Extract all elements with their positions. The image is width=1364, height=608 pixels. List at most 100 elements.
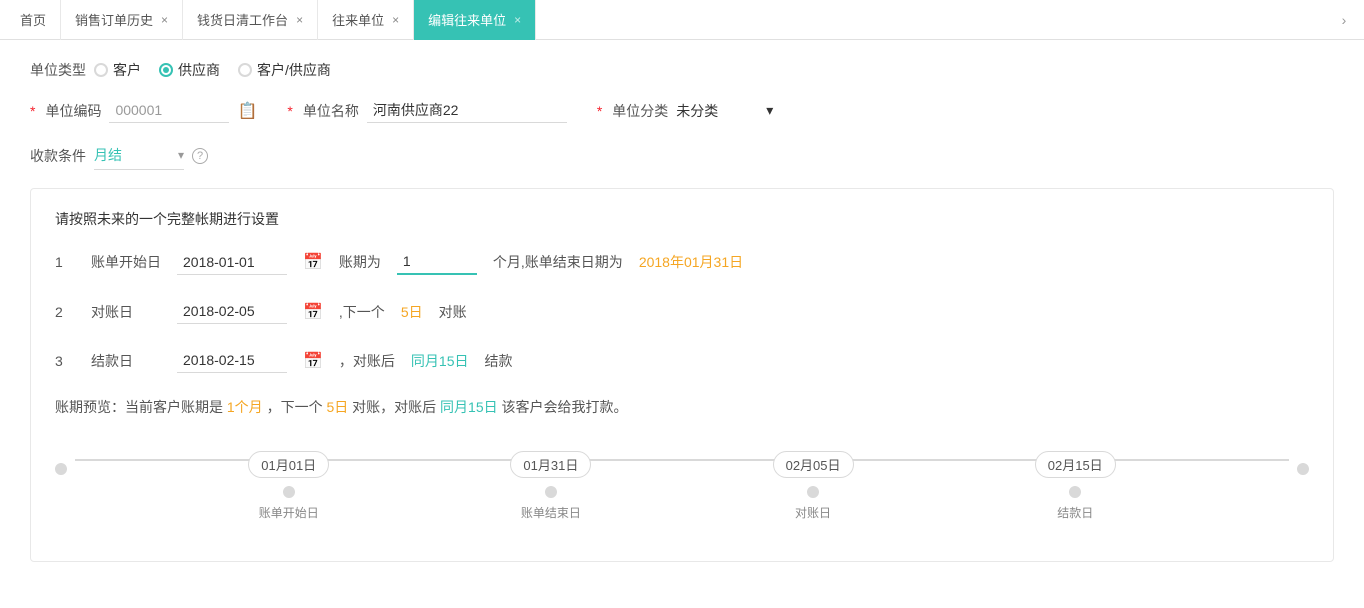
row-2-calendar[interactable]: 📅 [303,302,323,322]
row-2-highlight: 5日 [401,302,423,322]
unit-category-arrow[interactable]: ▾ [766,102,773,119]
payment-value: 月结 [94,145,174,165]
timeline-end-dot-container [1297,463,1309,475]
unit-category-label: 单位分类 [612,101,668,121]
row-1-period-input[interactable] [397,249,477,275]
radio-supplier[interactable]: 供应商 [159,60,220,80]
unit-name-star: * [287,103,292,119]
node-4-label: 结款日 [1057,504,1093,521]
unit-name-input[interactable] [367,98,567,123]
node-1-label: 账单开始日 [259,504,319,521]
row-2-prefix: ,下一个 [339,302,385,322]
radio-both-label: 客户/供应商 [257,60,331,80]
tab-edit-partner-close[interactable]: × [514,13,521,27]
radio-customer[interactable]: 客户 [94,60,141,80]
row-2-suffix: 对账 [439,302,467,322]
row-3-highlight: 同月15日 [411,351,469,371]
timeline-node-1: 01月01日 账单开始日 [248,451,329,521]
node-3-badge: 02月05日 [773,451,854,478]
row-1-num: 1 [55,254,75,270]
tab-sales-order-label: 销售订单历史 [75,10,153,29]
tab-home[interactable]: 首页 [10,0,61,40]
unit-name-label: 单位名称 [303,101,359,121]
unit-code-label: 单位编码 [45,101,101,121]
tabs-bar: 首页 销售订单历史 × 钱货日清工作台 × 往来单位 × 编辑往来单位 × › [0,0,1364,40]
payment-label: 收款条件 [30,146,86,166]
node-1-badge: 01月01日 [248,451,329,478]
row-1-period-suffix: 个月,账单结束日期为 [493,252,623,272]
tab-edit-partner-label: 编辑往来单位 [428,10,506,29]
setting-row-1: 1 账单开始日 📅 账期为 个月,账单结束日期为 2018年01月31日 [55,249,1309,275]
node-3-dot [807,486,819,498]
radio-supplier-label: 供应商 [178,60,220,80]
preview-mid2: 对账，对账后 [352,399,436,415]
tab-partner-units-label: 往来单位 [332,10,384,29]
unit-type-field: 单位类型 客户 供应商 客户/供应商 [30,60,331,80]
payment-dropdown[interactable]: 月结 ▾ [94,141,184,170]
row-1-period-prefix: 账期为 [339,252,381,272]
tab-partner-units-close[interactable]: × [392,13,399,27]
timeline-node-2: 01月31日 账单结束日 [510,451,591,521]
tab-sales-order-close[interactable]: × [161,13,168,27]
node-1-dot [283,486,295,498]
node-2-badge: 01月31日 [510,451,591,478]
tab-partner-units[interactable]: 往来单位 × [318,0,414,40]
radio-both-circle [238,63,252,77]
tab-scroll-arrow[interactable]: › [1334,12,1354,28]
preview-highlight1: 1个月 [227,399,263,415]
help-icon[interactable]: ? [192,148,208,164]
unit-category-value: 未分类 [676,101,718,121]
row-3-num: 3 [55,353,75,369]
row-1-date[interactable] [177,250,287,275]
tab-sales-order[interactable]: 销售订单历史 × [61,0,183,40]
row-3-calendar[interactable]: 📅 [303,351,323,371]
unit-code-input[interactable] [109,98,229,123]
unit-code-icon[interactable]: 📋 [237,101,257,121]
node-3-label: 对账日 [795,504,831,521]
unit-category-star: * [597,103,602,119]
node-2-label: 账单结束日 [521,504,581,521]
preview-section: 账期预览：当前客户账期是 1个月 ，下一个 5日 对账，对账后 同月15日 该客… [55,397,1309,541]
unit-code-field: * 单位编码 📋 [30,98,257,123]
timeline-node-4: 02月15日 结款日 [1035,451,1116,521]
unit-info-row: * 单位编码 📋 * 单位名称 * 单位分类 未分类 ▾ [30,98,1334,123]
tab-cash-work-close[interactable]: × [296,13,303,27]
node-4-dot [1069,486,1081,498]
payment-field: 收款条件 月结 ▾ ? [30,141,208,170]
row-2-num: 2 [55,304,75,320]
payment-row: 收款条件 月结 ▾ ? [30,141,1334,170]
row-3-prefix: ，对账后 [339,351,395,371]
timeline: 01月01日 账单开始日 01月31日 账单结束日 02月05日 [55,441,1309,541]
preview-prefix: 账期预览：当前客户账期是 [55,399,223,415]
row-1-end-date: 2018年01月31日 [639,252,743,272]
tab-cash-work[interactable]: 钱货日清工作台 × [183,0,318,40]
preview-mid1: ，下一个 [267,399,323,415]
radio-group: 客户 供应商 客户/供应商 [94,60,331,80]
row-3-date[interactable] [177,348,287,373]
preview-text: 账期预览：当前客户账期是 1个月 ，下一个 5日 对账，对账后 同月15日 该客… [55,397,1309,417]
radio-supplier-circle [159,63,173,77]
tab-edit-partner[interactable]: 编辑往来单位 × [414,0,536,40]
row-1-label: 账单开始日 [91,252,161,272]
node-2-dot [545,486,557,498]
unit-name-field: * 单位名称 [287,98,566,123]
timeline-node-3: 02月05日 对账日 [773,451,854,521]
row-3-label: 结款日 [91,351,161,371]
row-2-label: 对账日 [91,302,161,322]
payment-dropdown-arrow: ▾ [178,148,184,162]
timeline-items: 01月01日 账单开始日 01月31日 账单结束日 02月05日 [55,451,1309,521]
row-3-suffix: 结款 [485,351,513,371]
unit-category-field: * 单位分类 未分类 ▾ [597,101,773,121]
preview-suffix: 该客户会给我打款。 [502,399,628,415]
setting-title: 请按照未来的一个完整帐期进行设置 [55,209,1309,229]
unit-type-row: 单位类型 客户 供应商 客户/供应商 [30,60,1334,80]
main-content: 单位类型 客户 供应商 客户/供应商 * 单位编码 [0,40,1364,608]
tab-home-label: 首页 [20,10,46,29]
row-1-calendar[interactable]: 📅 [303,252,323,272]
unit-code-star: * [30,103,35,119]
radio-customer-circle [94,63,108,77]
unit-type-label: 单位类型 [30,60,86,80]
row-2-date[interactable] [177,299,287,324]
end-dot [1297,463,1309,475]
radio-both[interactable]: 客户/供应商 [238,60,331,80]
